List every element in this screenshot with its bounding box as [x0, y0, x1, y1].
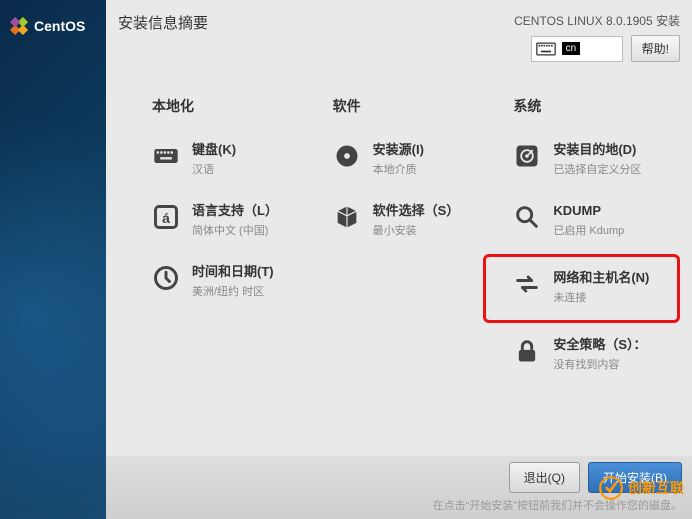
spoke-keyboard[interactable]: 键盘(K) 汉语: [152, 142, 313, 177]
body: 本地化 键盘(K) 汉语 á 语言支持（L） 简体中文 (中国) 时间和日期(T) 美…: [106, 62, 692, 519]
page-title: 安装信息摘要: [118, 12, 208, 33]
svg-text:á: á: [162, 210, 170, 226]
col-heading-local: 本地化: [152, 96, 313, 116]
disk-icon: [513, 142, 541, 170]
col-localization: 本地化 键盘(K) 汉语 á 语言支持（L） 简体中文 (中国) 时间和日期(T) 美…: [152, 96, 313, 398]
status: 简体中文 (中国): [192, 222, 278, 238]
status: 美洲/纽约 时区: [192, 283, 274, 299]
help-button[interactable]: 帮助!: [631, 35, 680, 62]
col-system: 系统 安装目的地(D) 已选择自定义分区 KDUMP 已启用 Kdump 网络和主机…: [513, 96, 674, 398]
status: 已选择自定义分区: [553, 161, 641, 177]
keyboard-icon: [536, 42, 556, 56]
spoke-install-source[interactable]: 安装源(I) 本地介质: [333, 142, 494, 177]
col-heading-software: 软件: [333, 96, 494, 116]
language-icon: á: [152, 203, 180, 231]
spoke-kdump[interactable]: KDUMP 已启用 Kdump: [513, 203, 674, 238]
col-heading-system: 系统: [513, 96, 674, 116]
header-right: CENTOS LINUX 8.0.1905 安装 cn 帮助!: [514, 12, 680, 62]
label: 键盘(K): [192, 142, 236, 159]
main-pane: 安装信息摘要 CENTOS LINUX 8.0.1905 安装 cn 帮助!: [106, 0, 692, 519]
status: 最小安装: [373, 222, 460, 238]
status: 未连接: [553, 289, 649, 305]
quit-button[interactable]: 退出(Q): [509, 462, 580, 493]
spoke-language[interactable]: á 语言支持（L） 简体中文 (中国): [152, 203, 313, 238]
package-icon: [333, 203, 361, 231]
label: 软件选择（S）: [373, 203, 460, 220]
footer-hint: 在点击“开始安装”按钮前我们并不会操作您的磁盘。: [116, 497, 682, 513]
header: 安装信息摘要 CENTOS LINUX 8.0.1905 安装 cn 帮助!: [106, 0, 692, 62]
keyboard-indicator[interactable]: cn: [531, 36, 623, 62]
label: 网络和主机名(N): [553, 270, 649, 287]
sidebar: CentOS: [0, 0, 106, 519]
status: 本地介质: [373, 161, 424, 177]
arrows-icon: [513, 270, 541, 298]
magnifier-icon: [513, 203, 541, 231]
lock-icon: [513, 337, 541, 365]
spoke-network[interactable]: 网络和主机名(N) 未连接: [505, 264, 674, 311]
footer: 退出(Q) 开始安装(B) 在点击“开始安装”按钮前我们并不会操作您的磁盘。: [106, 456, 692, 519]
label: KDUMP: [553, 203, 624, 220]
label: 时间和日期(T): [192, 264, 274, 281]
brand: CentOS: [0, 15, 106, 37]
centos-logo-icon: [8, 15, 30, 37]
status: 汉语: [192, 161, 236, 177]
begin-install-button[interactable]: 开始安装(B): [588, 462, 682, 493]
label: 语言支持（L）: [192, 203, 278, 220]
spoke-software-selection[interactable]: 软件选择（S） 最小安装: [333, 203, 494, 238]
label: 安全策略（S）：: [553, 337, 646, 354]
label: 安装源(I): [373, 142, 424, 159]
disc-icon: [333, 142, 361, 170]
brand-text: CentOS: [34, 18, 85, 34]
spoke-security[interactable]: 安全策略（S）： 没有找到内容: [513, 337, 674, 372]
product-line: CENTOS LINUX 8.0.1905 安装: [514, 12, 680, 29]
spoke-datetime[interactable]: 时间和日期(T) 美洲/纽约 时区: [152, 264, 313, 299]
label: 安装目的地(D): [553, 142, 641, 159]
clock-icon: [152, 264, 180, 292]
col-software: 软件 安装源(I) 本地介质 软件选择（S） 最小安装: [333, 96, 494, 398]
kb-badge: cn: [562, 42, 581, 55]
spoke-destination[interactable]: 安装目的地(D) 已选择自定义分区: [513, 142, 674, 177]
keyboard-icon: [152, 142, 180, 170]
status: 没有找到内容: [553, 356, 646, 372]
status: 已启用 Kdump: [553, 222, 624, 238]
